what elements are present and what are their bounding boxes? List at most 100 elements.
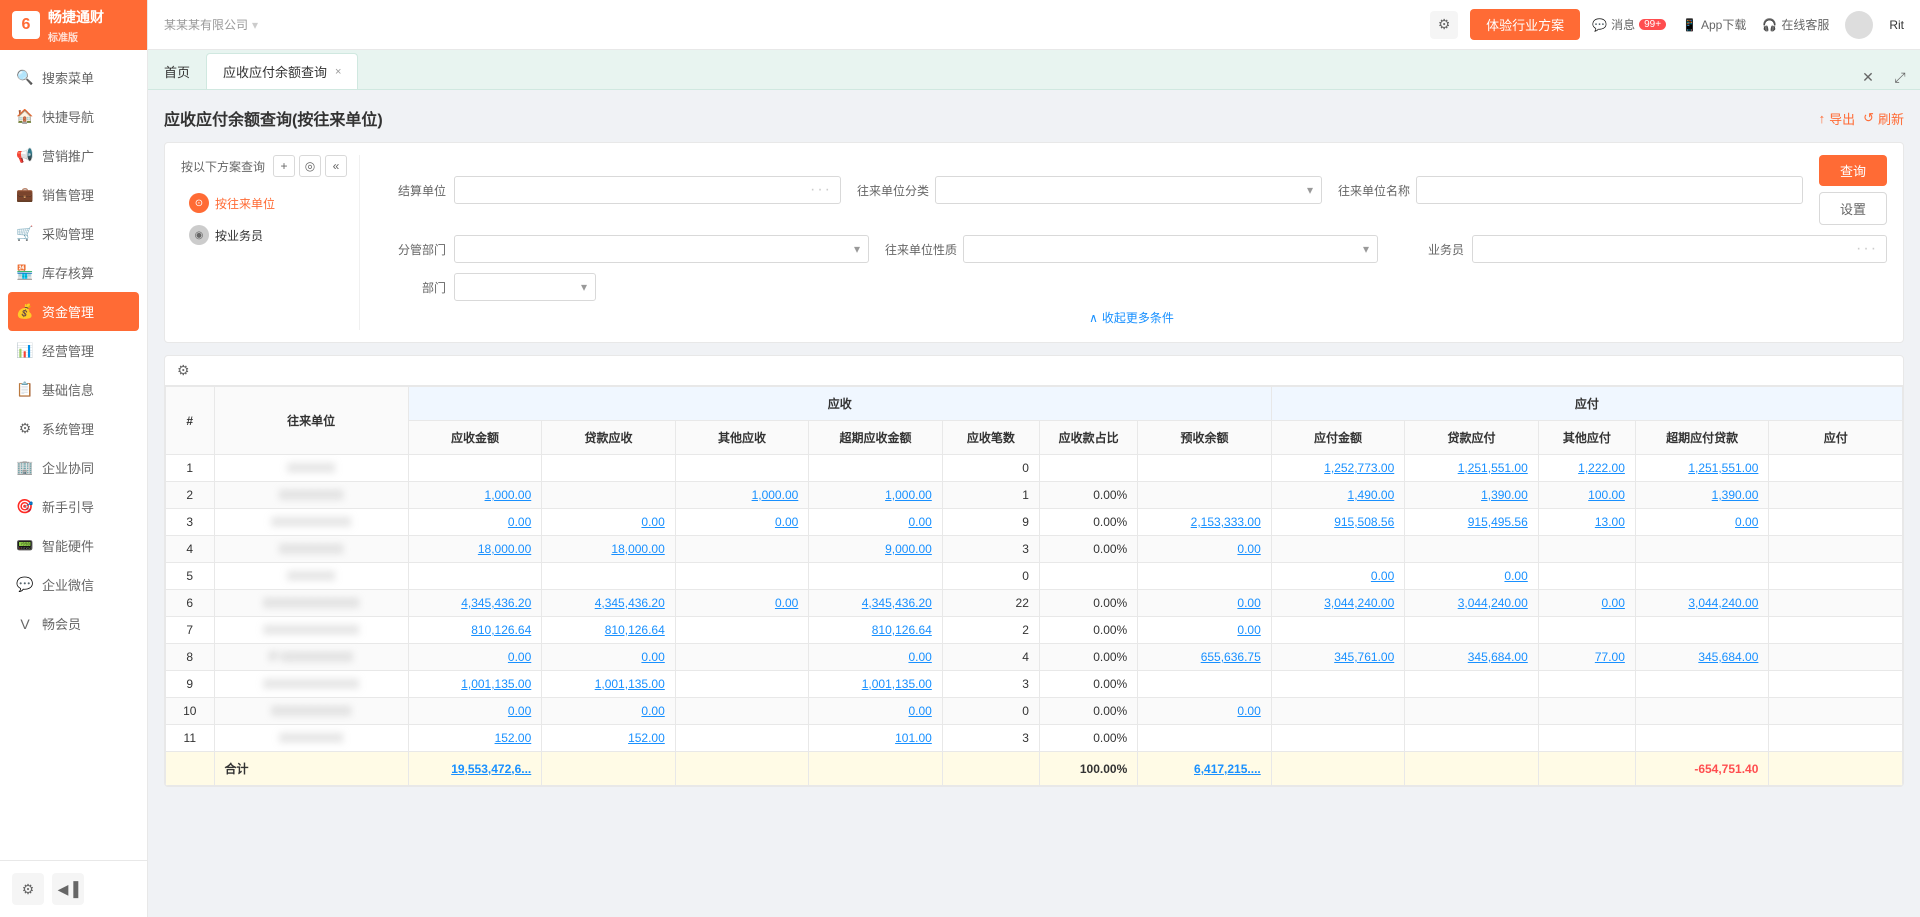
- business-icon: 📊: [16, 342, 34, 359]
- sidebar-item-marketing[interactable]: 📢营销推广: [0, 136, 147, 175]
- enterprise-label: 企业协同: [42, 458, 94, 477]
- online-service-btn[interactable]: 🎧 在线客服: [1762, 16, 1829, 33]
- export-icon: ↑: [1819, 111, 1826, 126]
- filter-icons: + ◎ «: [273, 155, 347, 177]
- footer-ap-amount: [1271, 752, 1405, 786]
- partner-cat-label: 往来单位分类: [857, 182, 927, 199]
- sidebar-item-basic[interactable]: 📋基础信息: [0, 370, 147, 409]
- field-dept-manager: 分管部门 ▾: [376, 235, 869, 263]
- tab-ar-ap[interactable]: 应收应付余额查询 ×: [206, 53, 358, 89]
- maximize-tab-btn[interactable]: ⤢: [1888, 65, 1912, 89]
- footer-ar-total[interactable]: 19,553,472,6...: [408, 752, 542, 786]
- sidebar-item-sales[interactable]: 💼销售管理: [0, 175, 147, 214]
- sidebar-item-inventory[interactable]: 🏪 库存核算: [0, 253, 147, 292]
- footer-ap-rest: [1769, 752, 1903, 786]
- message-icon: 💬: [1592, 18, 1607, 32]
- settlement-input[interactable]: ···: [454, 176, 841, 204]
- scheme-by-salesperson[interactable]: ◉ 按业务员: [181, 221, 347, 249]
- search-icon: 🔍: [16, 69, 34, 86]
- tab-home[interactable]: 首页: [148, 53, 206, 89]
- partner-name-input[interactable]: [1416, 176, 1803, 204]
- add-filter-btn[interactable]: +: [273, 155, 295, 177]
- partner-cat-input[interactable]: ▾: [935, 176, 1322, 204]
- footer-ar-overdue: [809, 752, 943, 786]
- footer-empty-idx: [166, 752, 215, 786]
- footer-ap-other: [1538, 752, 1635, 786]
- partner-nature-input[interactable]: ▾: [963, 235, 1378, 263]
- try-industry-btn[interactable]: 体验行业方案: [1470, 9, 1580, 40]
- business-label: 经营管理: [42, 341, 94, 360]
- tab-ar-ap-close[interactable]: ×: [335, 66, 341, 78]
- messages-btn[interactable]: 💬 消息 99+: [1592, 16, 1666, 33]
- table-row: 11XXXXXXXX152.00152.00101.0030.00%: [166, 725, 1903, 752]
- sidebar-item-capital[interactable]: 💰资金管理: [8, 292, 139, 331]
- sidebar-item-quick[interactable]: 🏠快捷导航: [0, 97, 147, 136]
- field-salesperson: 业务员 ···: [1394, 235, 1887, 263]
- export-btn[interactable]: ↑ 导出: [1819, 109, 1856, 128]
- collapse-sidebar-btn[interactable]: ◀▐: [52, 873, 84, 905]
- table-row: 5XXXXXX00.000.00: [166, 563, 1903, 590]
- field-partner-nature: 往来单位性质 ▾: [885, 235, 1378, 263]
- marketing-icon: 📢: [16, 147, 34, 164]
- filter-tab-label: 按以下方案查询: [181, 158, 265, 175]
- refresh-btn[interactable]: ↺ 刷新: [1863, 109, 1904, 128]
- dept-manager-input[interactable]: ▾: [454, 235, 869, 263]
- table-gear-btn[interactable]: ⚙: [177, 362, 190, 379]
- table-row: 7XXXXXXXXXXXX810,126.64810,126.64810,126…: [166, 617, 1903, 644]
- data-table: # 往来单位 应收 应付 应收金额 贷款应收 其他应收 超期应收金额 应收笔数 …: [165, 386, 1903, 786]
- field-settlement: 结算单位 ···: [376, 176, 841, 204]
- message-label: 消息: [1611, 16, 1635, 33]
- setting-btn[interactable]: 设置: [1819, 192, 1887, 225]
- sidebar-item-purchase[interactable]: 🛒 采购管理: [0, 214, 147, 253]
- inventory-label: 库存核算: [42, 263, 94, 282]
- table-row: 1XXXXXX01,252,773.001,251,551.001,222.00…: [166, 455, 1903, 482]
- salesperson-dots: ···: [1856, 240, 1878, 258]
- filter-row-2: 分管部门 ▾ 往来单位性质 ▾: [376, 235, 1887, 263]
- sales-icon: 💼: [16, 186, 34, 203]
- logo-icon: 6: [12, 11, 40, 39]
- sidebar-item-guide[interactable]: 🎯新手引导: [0, 487, 147, 526]
- purchase-label: 采购管理: [42, 224, 94, 243]
- filter-collapse-btn[interactable]: «: [325, 155, 347, 177]
- sidebar-item-system[interactable]: ⚙系统管理: [0, 409, 147, 448]
- filter-settings-btn[interactable]: ◎: [299, 155, 321, 177]
- logo-sub: 标准版: [48, 29, 104, 44]
- purchase-icon: 🛒: [16, 225, 34, 242]
- sidebar-item-hardware[interactable]: 📟 智能硬件: [0, 526, 147, 565]
- refresh-icon: ↺: [1863, 110, 1874, 126]
- app-download-btn[interactable]: 📱 App下载: [1682, 16, 1746, 33]
- breadcrumb-text: 某某某有限公司: [164, 16, 248, 33]
- th-ap-other: 其他应付: [1538, 421, 1635, 455]
- sidebar-item-business[interactable]: 📊 经营管理: [0, 331, 147, 370]
- settings-footer-btn[interactable]: ⚙: [12, 873, 44, 905]
- partner-name-label: 往来单位名称: [1338, 182, 1408, 199]
- inventory-icon: 🏪: [16, 264, 34, 281]
- hardware-label: 智能硬件: [42, 536, 94, 555]
- filter-more-btn[interactable]: ∧ 收起更多条件: [376, 305, 1887, 330]
- header-gear-btn[interactable]: ⚙: [1430, 11, 1458, 39]
- sidebar-item-enterprise[interactable]: 🏢企业协同: [0, 448, 147, 487]
- sidebar-item-wechat[interactable]: 💬企业微信: [0, 565, 147, 604]
- page-header: 应收应付余额查询(按往来单位) ↑ 导出 ↺ 刷新: [164, 106, 1904, 130]
- capital-label: 资金管理: [42, 302, 94, 321]
- table-tool-row: ⚙: [165, 356, 1903, 386]
- scheme-salesperson-label: 按业务员: [215, 227, 263, 244]
- sidebar-item-search[interactable]: 🔍搜索菜单: [0, 58, 147, 97]
- footer-ar-advance[interactable]: 6,417,215....: [1138, 752, 1272, 786]
- field-partner-cat: 往来单位分类 ▾: [857, 176, 1322, 204]
- hardware-icon: 📟: [16, 537, 34, 554]
- footer-ar-ratio: 100.00%: [1039, 752, 1137, 786]
- sidebar-item-member[interactable]: V畅会员: [0, 604, 147, 643]
- user-avatar[interactable]: [1845, 11, 1873, 39]
- salesperson-input[interactable]: ···: [1472, 235, 1887, 263]
- th-group-payable: 应付: [1271, 387, 1902, 421]
- user-name: Rit: [1889, 18, 1904, 32]
- dept-input[interactable]: ▾: [454, 273, 596, 301]
- wechat-label: 企业微信: [42, 575, 94, 594]
- close-tab-btn[interactable]: ✕: [1856, 65, 1880, 89]
- tab-actions: ✕ ⤢: [1848, 65, 1920, 89]
- filter-more-label: 收起更多条件: [1102, 309, 1174, 326]
- message-badge: 99+: [1639, 19, 1666, 30]
- scheme-by-unit[interactable]: ⊙ 按往来单位: [181, 189, 347, 217]
- query-btn[interactable]: 查询: [1819, 155, 1887, 186]
